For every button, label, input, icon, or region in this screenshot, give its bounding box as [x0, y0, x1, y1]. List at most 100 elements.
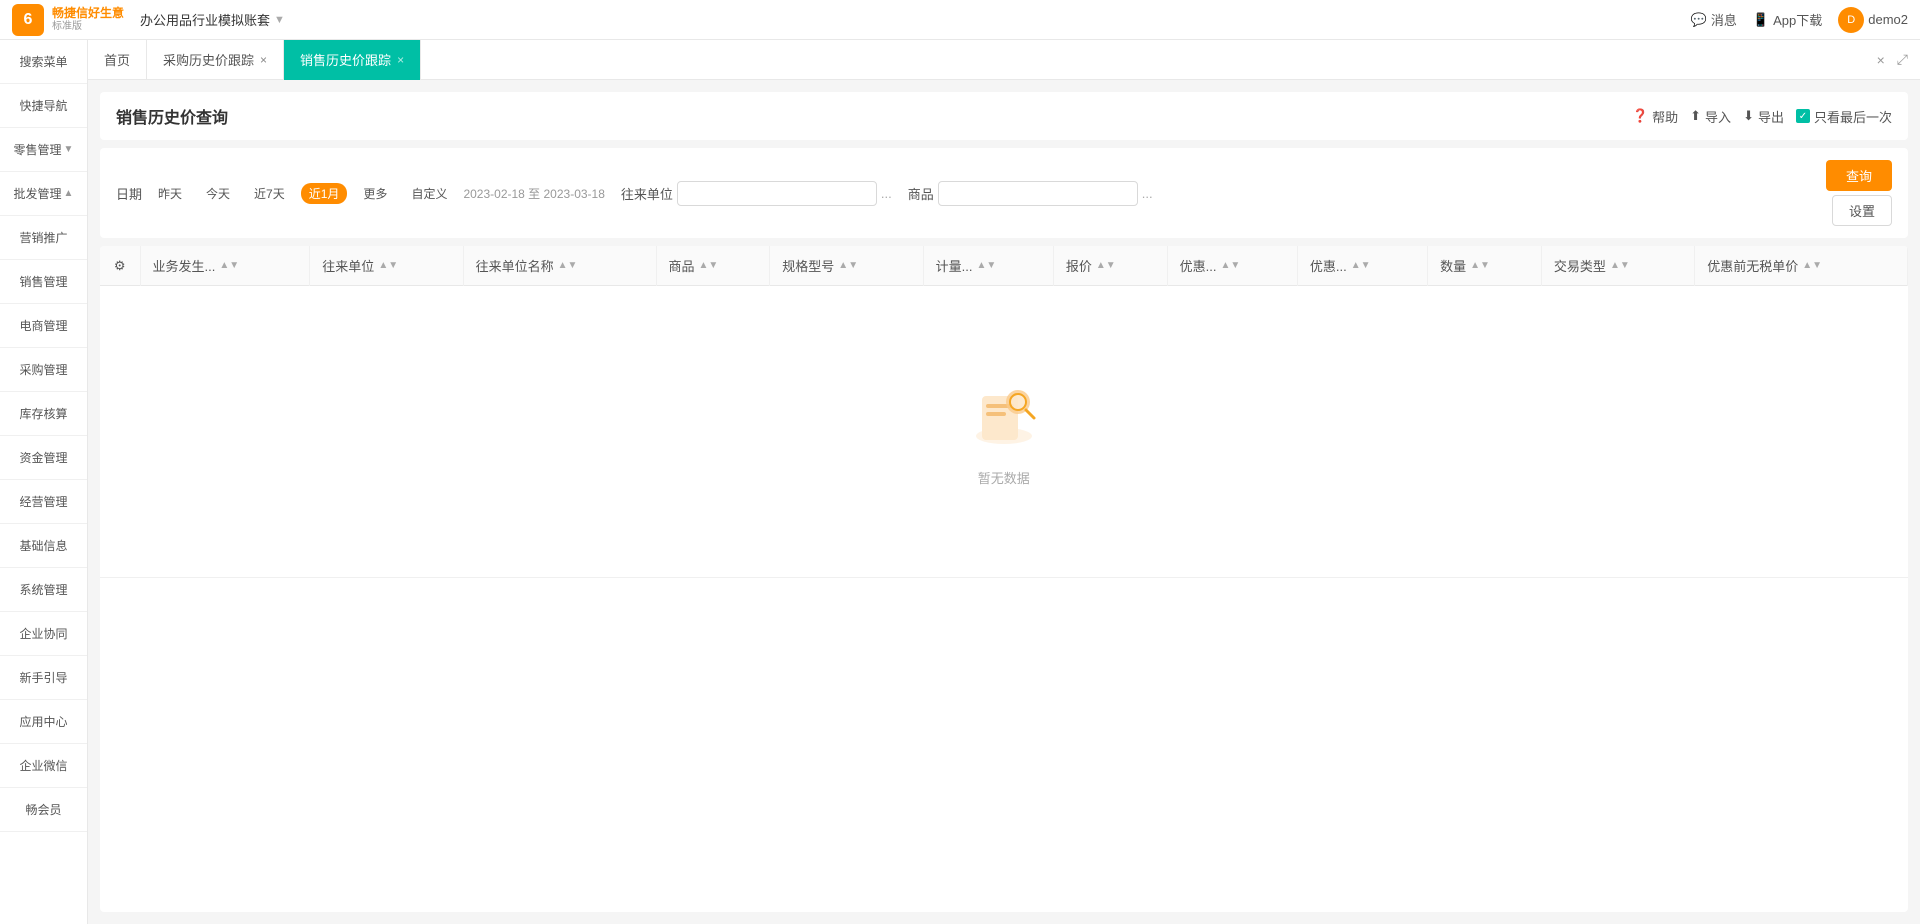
sidebar-item-member[interactable]: 畅会员 — [0, 788, 87, 832]
query-button[interactable]: 查询 — [1826, 160, 1892, 191]
partner-select-btn[interactable]: ... — [881, 186, 892, 201]
brand: 畅捷信好生意 标准版 — [52, 6, 124, 32]
sidebar-item-enterprise-wechat[interactable]: 企业微信 — [0, 744, 87, 788]
sidebar-item-label: 企业协同 — [19, 625, 67, 642]
th-goods[interactable]: 商品 ▲▼ — [656, 246, 770, 286]
help-label: 帮助 — [1652, 107, 1678, 126]
th-pre-tax-price[interactable]: 优惠前无税单价 ▲▼ — [1695, 246, 1908, 286]
sidebar-item-operations[interactable]: 经营管理 — [0, 480, 87, 524]
app-select[interactable]: 办公用品行业模拟账套 ▼ — [132, 6, 293, 33]
tab-sales-history[interactable]: 销售历史价跟踪 × — [284, 40, 421, 80]
import-icon: ⬆ — [1690, 108, 1701, 124]
th-quantity[interactable]: 数量 ▲▼ — [1428, 246, 1542, 286]
date-btn-yesterday[interactable]: 昨天 — [150, 183, 190, 204]
sort-icon: ▲▼ — [1610, 261, 1630, 270]
empty-state: 暂无数据 — [112, 296, 1896, 567]
sidebar-item-sales-mgmt[interactable]: 销售管理 — [0, 260, 87, 304]
chevron-up-icon: ▲ — [64, 188, 74, 199]
th-biz-date[interactable]: 业务发生... ▲▼ — [140, 246, 310, 286]
date-btn-today[interactable]: 今天 — [198, 183, 238, 204]
date-btn-more[interactable]: 更多 — [355, 183, 395, 204]
chevron-down-icon: ▼ — [274, 14, 285, 26]
sidebar-item-label: 零售管理 — [14, 141, 62, 158]
sidebar-item-ecommerce[interactable]: 电商管理 — [0, 304, 87, 348]
tab-purchase-history-close[interactable]: × — [260, 53, 267, 67]
sidebar-item-finance[interactable]: 资金管理 — [0, 436, 87, 480]
topbar: 6 畅捷信好生意 标准版 办公用品行业模拟账套 ▼ 💬 消息 📱 App下载 D… — [0, 0, 1920, 40]
table-container: ⚙ 业务发生... ▲▼ 往来单位 — [100, 246, 1908, 912]
th-partner-code[interactable]: 往来单位 ▲▼ — [310, 246, 463, 286]
page-header: 销售历史价查询 ❓ 帮助 ⬆ 导入 ⬇ 导出 ✓ — [100, 92, 1908, 140]
date-btn-7days[interactable]: 近7天 — [246, 183, 293, 204]
sort-icon: ▲▼ — [219, 261, 239, 270]
tab-sales-history-label: 销售历史价跟踪 — [300, 50, 391, 69]
sidebar: 搜索菜单 快捷导航 零售管理 ▼ 批发管理 ▲ 营销推广 销售管理 电商管理 采… — [0, 40, 88, 924]
tab-home[interactable]: 首页 — [88, 40, 147, 80]
partner-input[interactable] — [677, 181, 877, 206]
th-discount2[interactable]: 优惠... ▲▼ — [1297, 246, 1427, 286]
sidebar-item-label: 经营管理 — [19, 493, 67, 510]
sidebar-item-marketing[interactable]: 营销推广 — [0, 216, 87, 260]
sort-icon: ▲▼ — [378, 261, 398, 270]
download-icon: 📱 — [1753, 12, 1769, 28]
th-partner-name[interactable]: 往来单位名称 ▲▼ — [463, 246, 656, 286]
import-button[interactable]: ⬆ 导入 — [1690, 107, 1731, 126]
settings-button[interactable]: 设置 — [1832, 195, 1892, 226]
help-button[interactable]: ❓ 帮助 — [1632, 107, 1678, 126]
export-icon: ⬇ — [1743, 108, 1754, 124]
partner-filter-group: 往来单位 ... — [621, 181, 892, 206]
empty-state-row: 暂无数据 — [100, 286, 1908, 578]
th-price[interactable]: 报价 ▲▼ — [1053, 246, 1167, 286]
message-icon: 💬 — [1691, 12, 1707, 28]
app-download-button[interactable]: 📱 App下载 — [1753, 10, 1822, 29]
sidebar-item-retail-mgmt[interactable]: 零售管理 ▼ — [0, 128, 87, 172]
goods-input[interactable] — [938, 181, 1138, 206]
export-button[interactable]: ⬇ 导出 — [1743, 107, 1784, 126]
tab-home-label: 首页 — [104, 50, 130, 69]
date-range-display: 2023-02-18 至 2023-03-18 — [463, 185, 604, 202]
empty-text: 暂无数据 — [978, 468, 1030, 487]
th-spec[interactable]: 规格型号 ▲▼ — [770, 246, 923, 286]
close-all-button[interactable]: × — [1873, 48, 1889, 72]
user-name: demo2 — [1868, 12, 1908, 27]
sort-icon: ▲▼ — [699, 261, 719, 270]
export-label: 导出 — [1758, 107, 1784, 126]
sidebar-item-quick-nav[interactable]: 快捷导航 — [0, 84, 87, 128]
sidebar-item-label: 畅会员 — [25, 801, 61, 818]
sidebar-item-search-menu[interactable]: 搜索菜单 — [0, 40, 87, 84]
sort-icon: ▲▼ — [558, 261, 578, 270]
date-btn-1month[interactable]: 近1月 — [301, 183, 348, 204]
page-header-actions: ❓ 帮助 ⬆ 导入 ⬇ 导出 ✓ 只看最后一次 — [1632, 107, 1892, 126]
sidebar-item-basic-info[interactable]: 基础信息 — [0, 524, 87, 568]
goods-select-btn[interactable]: ... — [1142, 186, 1153, 201]
tab-purchase-history[interactable]: 采购历史价跟踪 × — [147, 40, 284, 80]
user-profile[interactable]: D demo2 — [1838, 7, 1908, 33]
sidebar-item-label: 搜索菜单 — [19, 53, 67, 70]
sidebar-item-wholesale-mgmt[interactable]: 批发管理 ▲ — [0, 172, 87, 216]
sidebar-item-label: 快捷导航 — [19, 97, 67, 114]
avatar-initial: D — [1847, 14, 1855, 26]
th-discount1[interactable]: 优惠... ▲▼ — [1167, 246, 1297, 286]
empty-state-icon — [964, 376, 1044, 456]
sort-icon: ▲▼ — [1802, 261, 1822, 270]
th-gear[interactable]: ⚙ — [100, 246, 140, 286]
tab-sales-history-close[interactable]: × — [397, 53, 404, 67]
sidebar-item-purchase-mgmt[interactable]: 采购管理 — [0, 348, 87, 392]
date-btn-custom[interactable]: 自定义 — [403, 183, 455, 204]
sidebar-item-system[interactable]: 系统管理 — [0, 568, 87, 612]
tabs-actions: × ⤢ — [1873, 47, 1920, 72]
th-trade-type[interactable]: 交易类型 ▲▼ — [1541, 246, 1694, 286]
sidebar-item-enterprise[interactable]: 企业协同 — [0, 612, 87, 656]
goods-label: 商品 — [908, 184, 934, 203]
chevron-down-icon: ▼ — [64, 144, 74, 155]
only-last-checkbox[interactable]: ✓ 只看最后一次 — [1796, 107, 1892, 126]
date-label: 日期 — [116, 184, 142, 203]
sidebar-item-app-center[interactable]: 应用中心 — [0, 700, 87, 744]
msg-button[interactable]: 💬 消息 — [1691, 10, 1737, 29]
th-unit[interactable]: 计量... ▲▼ — [923, 246, 1053, 286]
sidebar-item-label: 批发管理 — [14, 185, 62, 202]
sort-icon: ▲▼ — [976, 261, 996, 270]
maximize-button[interactable]: ⤢ — [1893, 47, 1912, 72]
sidebar-item-guide[interactable]: 新手引导 — [0, 656, 87, 700]
sidebar-item-inventory[interactable]: 库存核算 — [0, 392, 87, 436]
